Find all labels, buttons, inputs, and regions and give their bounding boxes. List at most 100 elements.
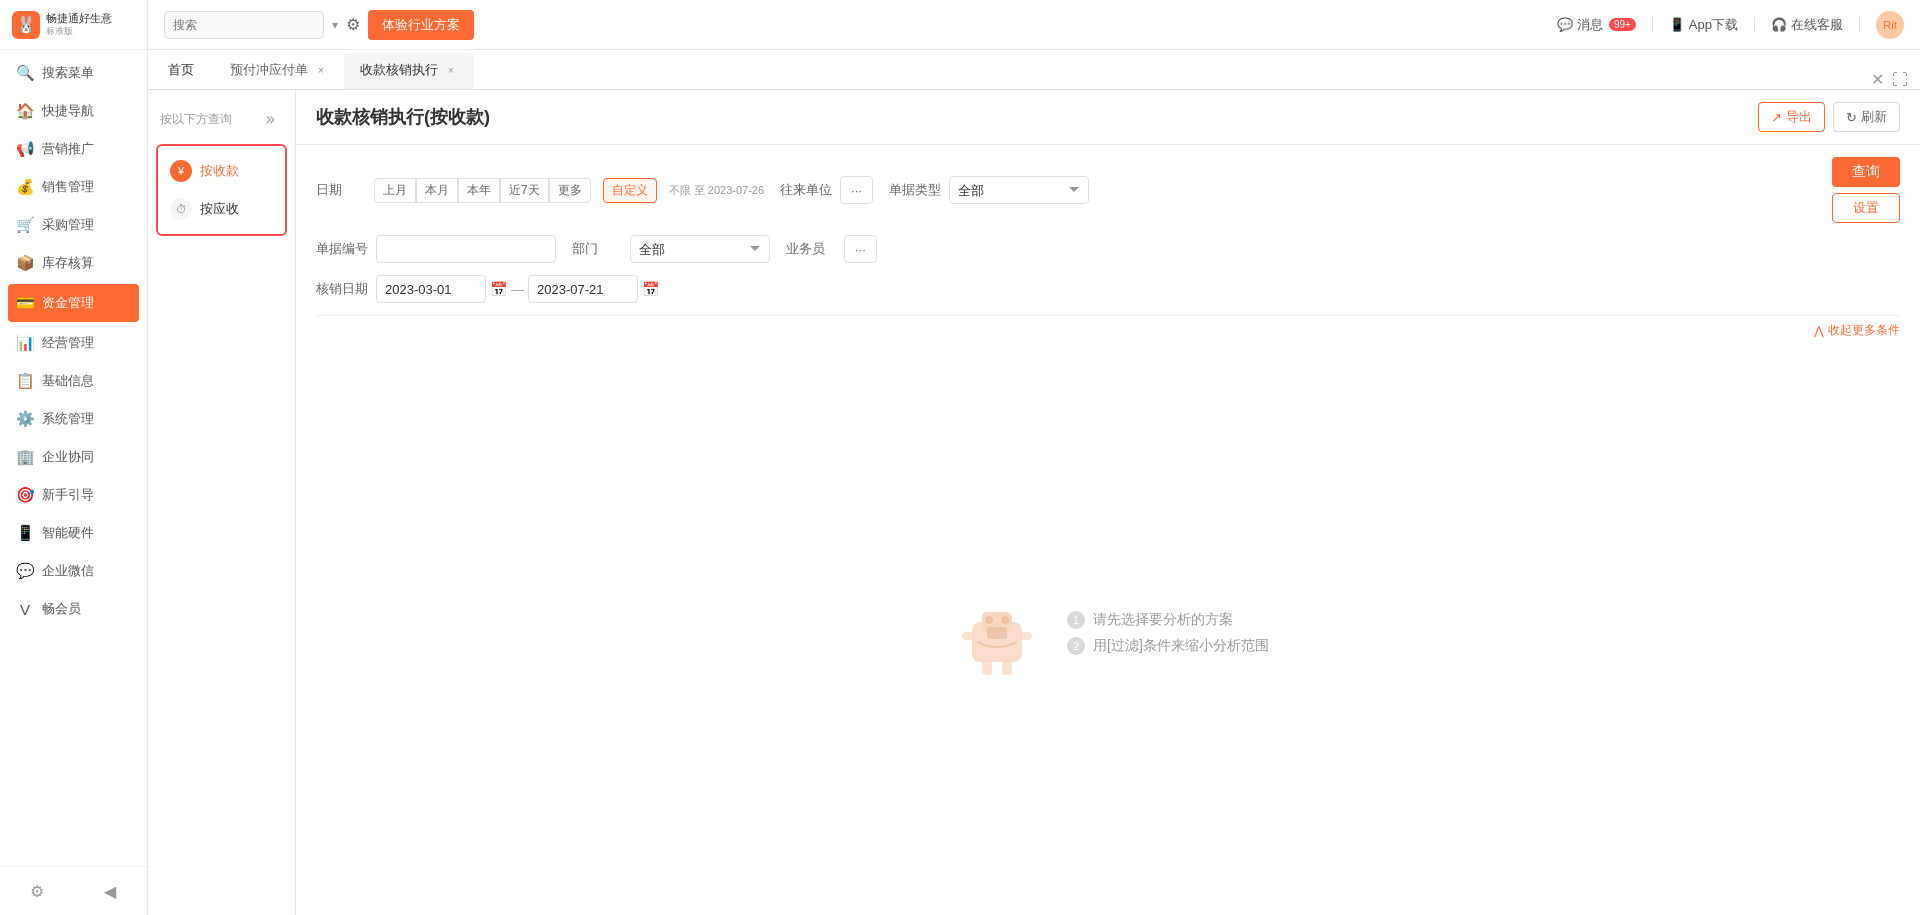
message-item[interactable]: 💬 消息 99+ — [1557, 16, 1636, 34]
nav-icon-enterprise: 🏢 — [16, 448, 34, 466]
employee-form-item: 业务员 ··· — [786, 235, 877, 263]
service-label: 在线客服 — [1791, 16, 1843, 34]
verify-date-range: 📅 — 📅 — [376, 275, 659, 303]
tab-home[interactable]: 首页 — [148, 53, 214, 89]
date-tab-custom[interactable]: 自定义 — [603, 178, 657, 203]
message-badge: 99+ — [1609, 18, 1636, 31]
verify-end-calendar-icon[interactable]: 📅 — [642, 281, 659, 297]
empty-tip-1: 1 请先选择要分析的方案 — [1067, 611, 1269, 629]
date-label: 日期 — [316, 181, 366, 199]
filter-by-receivable[interactable]: ⏱ 按应收 — [158, 190, 285, 228]
sidebar-item-member[interactable]: V 畅会员 — [0, 590, 147, 628]
page-area: 按以下方查询 » ¥ 按收款 ⏱ 按应收 收款核销执行(按收款) — [148, 90, 1920, 915]
partner-dots-btn[interactable]: ··· — [840, 176, 873, 204]
tip-num-2: 2 — [1067, 637, 1085, 655]
query-btn[interactable]: 查询 — [1832, 157, 1900, 187]
doc-type-select[interactable]: 全部 收款单 应收单 — [949, 176, 1089, 204]
sidebar-item-system[interactable]: ⚙️ 系统管理 — [0, 400, 147, 438]
sidebar-item-marketing[interactable]: 📢 营销推广 — [0, 130, 147, 168]
empty-tips: 1 请先选择要分析的方案 2 用[过滤]条件来缩小分析范围 — [1067, 611, 1269, 663]
settings-btn[interactable]: 设置 — [1832, 193, 1900, 223]
collapse-more-btn[interactable]: ⋀ 收起更多条件 — [316, 315, 1900, 347]
tab-close-all-icon[interactable]: ✕ — [1871, 70, 1884, 89]
sidebar-item-purchase[interactable]: 🛒 采购管理 — [0, 206, 147, 244]
sidebar-item-operations[interactable]: 📊 经营管理 — [0, 324, 147, 362]
svg-rect-7 — [982, 660, 992, 675]
user-item[interactable]: Rit — [1876, 11, 1904, 39]
nav-icon-guide: 🎯 — [16, 486, 34, 504]
date-tab-last7[interactable]: 近7天 — [500, 178, 549, 203]
export-icon: ↗ — [1771, 110, 1782, 125]
sidebar-logo: 🐰 畅捷通好生意 标准版 — [0, 0, 147, 50]
sidebar-item-sales[interactable]: 💰 销售管理 — [0, 168, 147, 206]
main-content: ▾ ⚙ 体验行业方案 💬 消息 99+ 📱 App下载 🎧 在线客服 Rit — [148, 0, 1920, 915]
nav-icon-member: V — [16, 600, 34, 618]
date-range-text: 不限 至 2023-07-26 — [669, 183, 764, 198]
sidebar-item-basic-info[interactable]: 📋 基础信息 — [0, 362, 147, 400]
divider3 — [1859, 17, 1860, 33]
sidebar-item-guide[interactable]: 🎯 新手引导 — [0, 476, 147, 514]
settings-icon[interactable]: ⚙ — [21, 875, 53, 907]
filter-panel-title: 按以下方查询 » — [148, 102, 295, 144]
app-download-item[interactable]: 📱 App下载 — [1669, 16, 1738, 34]
sidebar-item-inventory[interactable]: 📦 库存核算 — [0, 244, 147, 282]
sidebar-item-finance[interactable]: 💳 资金管理 — [8, 284, 139, 322]
tab-expand-icon[interactable]: ⛶ — [1892, 71, 1908, 89]
nav-icon-inventory: 📦 — [16, 254, 34, 272]
collapse-icon[interactable]: ◀ — [94, 875, 126, 907]
dept-select[interactable]: 全部 — [630, 235, 770, 263]
tab-prepay-label: 预付冲应付单 — [230, 61, 308, 79]
nav-label-sales: 销售管理 — [42, 178, 94, 196]
svg-rect-4 — [987, 627, 1007, 639]
verify-start-input[interactable] — [376, 275, 486, 303]
tab-prepay[interactable]: 预付冲应付单 × — [214, 53, 344, 89]
doc-type-form-item: 单据类型 全部 收款单 应收单 — [889, 176, 1089, 204]
app-icon: 📱 — [1669, 17, 1685, 32]
doc-num-label: 单据编号 — [316, 240, 368, 258]
refresh-btn[interactable]: ↻ 刷新 — [1833, 102, 1900, 132]
svg-rect-5 — [962, 632, 974, 640]
employee-dots-btn[interactable]: ··· — [844, 235, 877, 263]
logo-name: 畅捷通好生意 — [46, 11, 112, 25]
query-settings: 查询 设置 — [1832, 157, 1900, 223]
svg-point-2 — [985, 616, 993, 624]
sidebar-item-wechat[interactable]: 💬 企业微信 — [0, 552, 147, 590]
user-avatar: Rit — [1876, 11, 1904, 39]
date-tab-more[interactable]: 更多 — [549, 178, 591, 203]
verify-start-calendar-icon[interactable]: 📅 — [490, 281, 507, 297]
sidebar-item-hardware[interactable]: 📱 智能硬件 — [0, 514, 147, 552]
tab-bar: 首页 预付冲应付单 × 收款核销执行 × ✕ ⛶ — [148, 50, 1920, 90]
date-tab-prev-month[interactable]: 上月 — [374, 178, 416, 203]
refresh-label: 刷新 — [1861, 108, 1887, 126]
date-sep: — — [511, 282, 524, 297]
topbar-chevron-icon[interactable]: ▾ — [332, 18, 338, 32]
verify-end-input[interactable] — [528, 275, 638, 303]
tab-prepay-close[interactable]: × — [314, 63, 328, 77]
date-tab-curr-month[interactable]: 本月 — [416, 178, 458, 203]
date-tab-this-year[interactable]: 本年 — [458, 178, 500, 203]
sidebar-item-enterprise[interactable]: 🏢 企业协同 — [0, 438, 147, 476]
doc-num-form-item: 单据编号 — [316, 235, 556, 263]
empty-inner: 1 请先选择要分析的方案 2 用[过滤]条件来缩小分析范围 — [947, 587, 1269, 687]
nav-label-quick-nav: 快捷导航 — [42, 102, 94, 120]
topbar-settings-icon[interactable]: ⚙ — [346, 15, 360, 34]
filter-collapse-btn[interactable]: » — [258, 102, 283, 136]
sidebar-item-search[interactable]: 🔍 搜索菜单 — [0, 54, 147, 92]
doc-type-label: 单据类型 — [889, 181, 941, 199]
service-item[interactable]: 🎧 在线客服 — [1771, 16, 1843, 34]
nav-icon-quick-nav: 🏠 — [16, 102, 34, 120]
svg-point-3 — [1001, 616, 1009, 624]
doc-num-input[interactable] — [376, 235, 556, 263]
tab-collection-close[interactable]: × — [444, 63, 458, 77]
tab-home-label: 首页 — [168, 61, 194, 79]
sidebar-item-quick-nav[interactable]: 🏠 快捷导航 — [0, 92, 147, 130]
filter-by-receipt[interactable]: ¥ 按收款 — [158, 152, 285, 190]
export-label: 导出 — [1786, 108, 1812, 126]
topbar-search-input[interactable] — [164, 11, 324, 39]
divider2 — [1754, 17, 1755, 33]
export-btn[interactable]: ↗ 导出 — [1758, 102, 1825, 132]
industry-btn[interactable]: 体验行业方案 — [368, 10, 474, 40]
nav-label-wechat: 企业微信 — [42, 562, 94, 580]
tab-collection[interactable]: 收款核销执行 × — [344, 53, 474, 89]
nav-icon-purchase: 🛒 — [16, 216, 34, 234]
